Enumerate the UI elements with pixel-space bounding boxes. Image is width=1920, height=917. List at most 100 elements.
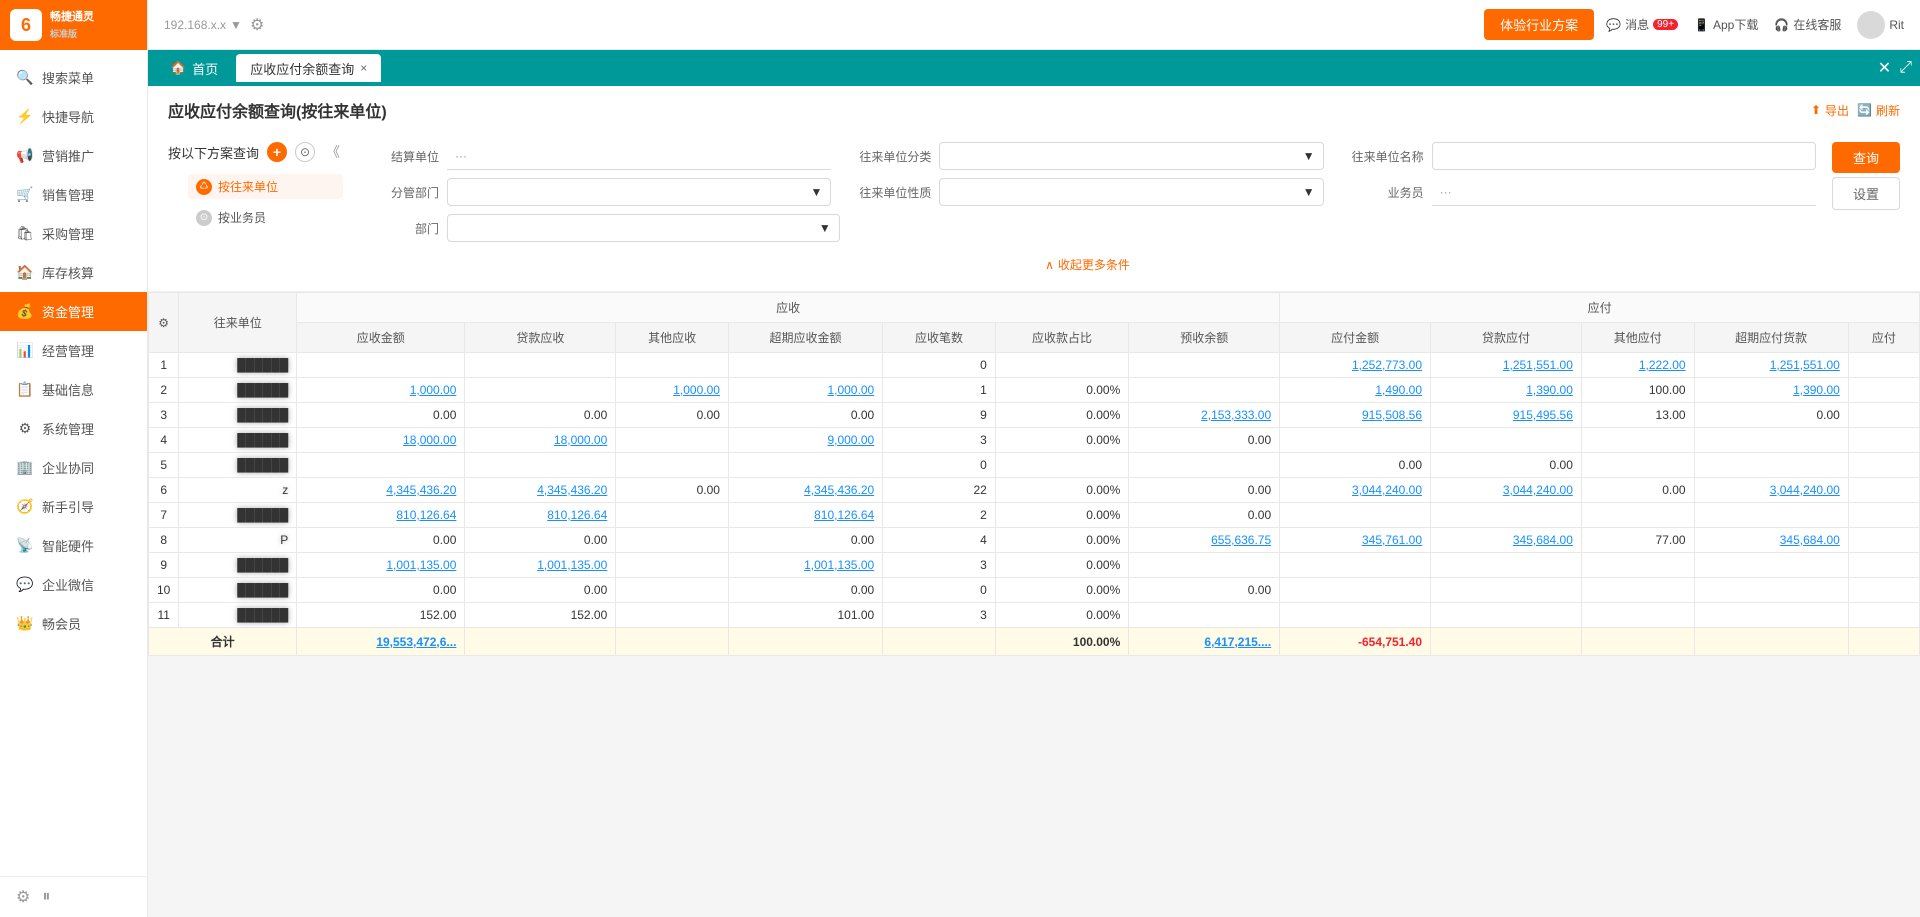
- settlement-unit-input[interactable]: ···: [447, 142, 831, 170]
- cell-ar_loan[interactable]: 810,126.64: [465, 503, 616, 528]
- cell-ar_prepaid[interactable]: 655,636.75: [1129, 528, 1280, 553]
- unit-category-select[interactable]: ▼: [939, 142, 1323, 170]
- messages-button[interactable]: 💬 消息 99+: [1606, 16, 1678, 33]
- cell-ar_amount[interactable]: 4,345,436.20: [297, 478, 465, 503]
- summary-ar-prepaid[interactable]: 6,417,215....: [1129, 628, 1280, 656]
- cell-ar_amount[interactable]: 1,001,135.00: [297, 553, 465, 578]
- cell-ar_loan[interactable]: 4,345,436.20: [465, 478, 616, 503]
- cell-ap_amount[interactable]: 1,252,773.00: [1280, 353, 1431, 378]
- sidebar-item-quick[interactable]: ⚡快捷导航: [0, 97, 147, 136]
- filter-label: 按以下方案查询: [168, 143, 259, 162]
- sidebar-item-member[interactable]: 👑畅会员: [0, 604, 147, 643]
- cell-ar_prepaid[interactable]: 2,153,333.00: [1129, 403, 1280, 428]
- settings-icon[interactable]: ⚙: [16, 887, 30, 907]
- tab-close-icon[interactable]: ×: [360, 61, 367, 75]
- cell-ap_loan[interactable]: 1,390.00: [1431, 378, 1582, 403]
- sidebar-item-system[interactable]: ⚙系统管理: [0, 409, 147, 448]
- sidebar-item-wechat[interactable]: 💬企业微信: [0, 565, 147, 604]
- cell-ap_suffix: [1848, 528, 1919, 553]
- chevron-down-icon: ▼: [1303, 149, 1315, 163]
- filter-sub-by-unit[interactable]: ♺ 按往来单位: [188, 174, 343, 199]
- table-settings-col[interactable]: ⚙: [149, 293, 179, 353]
- tab-close-window[interactable]: ✕: [1878, 58, 1891, 78]
- filter-add-button[interactable]: +: [267, 142, 287, 162]
- sidebar-item-enterprise[interactable]: 🏢企业协同: [0, 448, 147, 487]
- sidebar-item-finance[interactable]: 💰资金管理: [0, 292, 147, 331]
- user-avatar-area[interactable]: Rit: [1857, 11, 1904, 39]
- sidebar-item-search[interactable]: 🔍搜索菜单: [0, 58, 147, 97]
- cell-ar_overdue[interactable]: 9,000.00: [728, 428, 882, 453]
- cell-ar_prepaid: [1129, 378, 1280, 403]
- filter-sub-by-staff[interactable]: ⊙ 按业务员: [188, 205, 343, 230]
- cell-ar_overdue[interactable]: 1,001,135.00: [728, 553, 882, 578]
- cell-ar_other: [616, 353, 729, 378]
- cell-ar_other: [616, 453, 729, 478]
- purchase-icon: 🛍: [16, 225, 34, 243]
- sidebar-item-hardware[interactable]: 📡智能硬件: [0, 526, 147, 565]
- tab-maximize[interactable]: ⤢: [1899, 59, 1912, 77]
- refresh-button[interactable]: 🔄 刷新: [1857, 102, 1900, 119]
- cell-ap_amount[interactable]: 1,490.00: [1280, 378, 1431, 403]
- cell-ar_amount[interactable]: 1,000.00: [297, 378, 465, 403]
- set-button[interactable]: 设置: [1832, 177, 1900, 210]
- filter-collapse-toggle[interactable]: 《: [323, 142, 343, 162]
- chevron-down-icon: ▼: [819, 221, 831, 235]
- sidebar-item-inventory[interactable]: 🏠库存核算: [0, 253, 147, 292]
- tab-home[interactable]: 🏠 首页: [156, 54, 232, 82]
- cell-ap_overdue: [1694, 578, 1848, 603]
- app-download-button[interactable]: 📱 App下载: [1694, 16, 1758, 33]
- cell-ar_amount[interactable]: 810,126.64: [297, 503, 465, 528]
- cell-ap_overdue[interactable]: 3,044,240.00: [1694, 478, 1848, 503]
- cell-ap_other[interactable]: 1,222.00: [1581, 353, 1694, 378]
- row-number: 4: [149, 428, 179, 453]
- dept-select[interactable]: ▼: [447, 178, 831, 206]
- summary-ar-amount[interactable]: 19,553,472,6...: [297, 628, 465, 656]
- summary-ap-suffix: [1848, 628, 1919, 656]
- sidebar-item-purchase[interactable]: 🛍采购管理: [0, 214, 147, 253]
- cell-ar_other: [616, 603, 729, 628]
- salesperson-input[interactable]: ···: [1432, 178, 1816, 206]
- cell-ap_amount[interactable]: 915,508.56: [1280, 403, 1431, 428]
- branch-dept-select[interactable]: ▼: [447, 214, 840, 242]
- cell-ap_other: [1581, 603, 1694, 628]
- cell-ap_amount[interactable]: 345,761.00: [1280, 528, 1431, 553]
- export-button[interactable]: ⬆ 导出: [1811, 102, 1849, 119]
- cell-ar_overdue[interactable]: 1,000.00: [728, 378, 882, 403]
- sidebar-item-guide[interactable]: 🧭新手引导: [0, 487, 147, 526]
- sidebar-item-marketing[interactable]: 📢营销推广: [0, 136, 147, 175]
- cell-ar_overdue[interactable]: 810,126.64: [728, 503, 882, 528]
- cell-ar_other[interactable]: 1,000.00: [616, 378, 729, 403]
- cell-ar_loan[interactable]: 18,000.00: [465, 428, 616, 453]
- cell-ap_suffix: [1848, 553, 1919, 578]
- filter-settings-button[interactable]: ⊙: [295, 142, 315, 162]
- cell-ap_overdue[interactable]: 1,251,551.00: [1694, 353, 1848, 378]
- row-number: 10: [149, 578, 179, 603]
- field-salesperson: 业务员 ···: [1344, 178, 1816, 206]
- unit-name-input[interactable]: [1432, 142, 1816, 170]
- sidebar-item-sales[interactable]: 🛒销售管理: [0, 175, 147, 214]
- cell-ap_loan[interactable]: 345,684.00: [1431, 528, 1582, 553]
- cell-ar_overdue: 0.00: [728, 578, 882, 603]
- cell-ap_loan[interactable]: 1,251,551.00: [1431, 353, 1582, 378]
- query-button[interactable]: 查询: [1832, 142, 1900, 173]
- sidebar-item-operation[interactable]: 📊经营管理: [0, 331, 147, 370]
- settings-icon[interactable]: ⚙: [250, 15, 264, 35]
- cell-ap_overdue[interactable]: 1,390.00: [1694, 378, 1848, 403]
- cell-ap_amount[interactable]: 3,044,240.00: [1280, 478, 1431, 503]
- sidebar-item-basic[interactable]: 📋基础信息: [0, 370, 147, 409]
- tab-ar-query[interactable]: 应收应付余额查询 ×: [236, 54, 381, 82]
- cell-ap_loan[interactable]: 3,044,240.00: [1431, 478, 1582, 503]
- collapse-icon[interactable]: ⏸: [42, 888, 50, 906]
- unit-nature-select[interactable]: ▼: [939, 178, 1323, 206]
- chevron-down-icon[interactable]: ▼: [230, 18, 242, 32]
- cell-ap_overdue[interactable]: 345,684.00: [1694, 528, 1848, 553]
- cell-ar_overdue[interactable]: 4,345,436.20: [728, 478, 882, 503]
- cell-ar_loan[interactable]: 1,001,135.00: [465, 553, 616, 578]
- summary-ap-loan: [1431, 628, 1582, 656]
- plan-button[interactable]: 体验行业方案: [1484, 9, 1594, 40]
- field-unit-name: 往来单位名称: [1344, 142, 1816, 170]
- collapse-more-btn[interactable]: ∧ 收起更多条件: [359, 250, 1816, 279]
- online-service-button[interactable]: 🎧 在线客服: [1774, 16, 1841, 33]
- cell-ap_loan[interactable]: 915,495.56: [1431, 403, 1582, 428]
- cell-ar_amount[interactable]: 18,000.00: [297, 428, 465, 453]
